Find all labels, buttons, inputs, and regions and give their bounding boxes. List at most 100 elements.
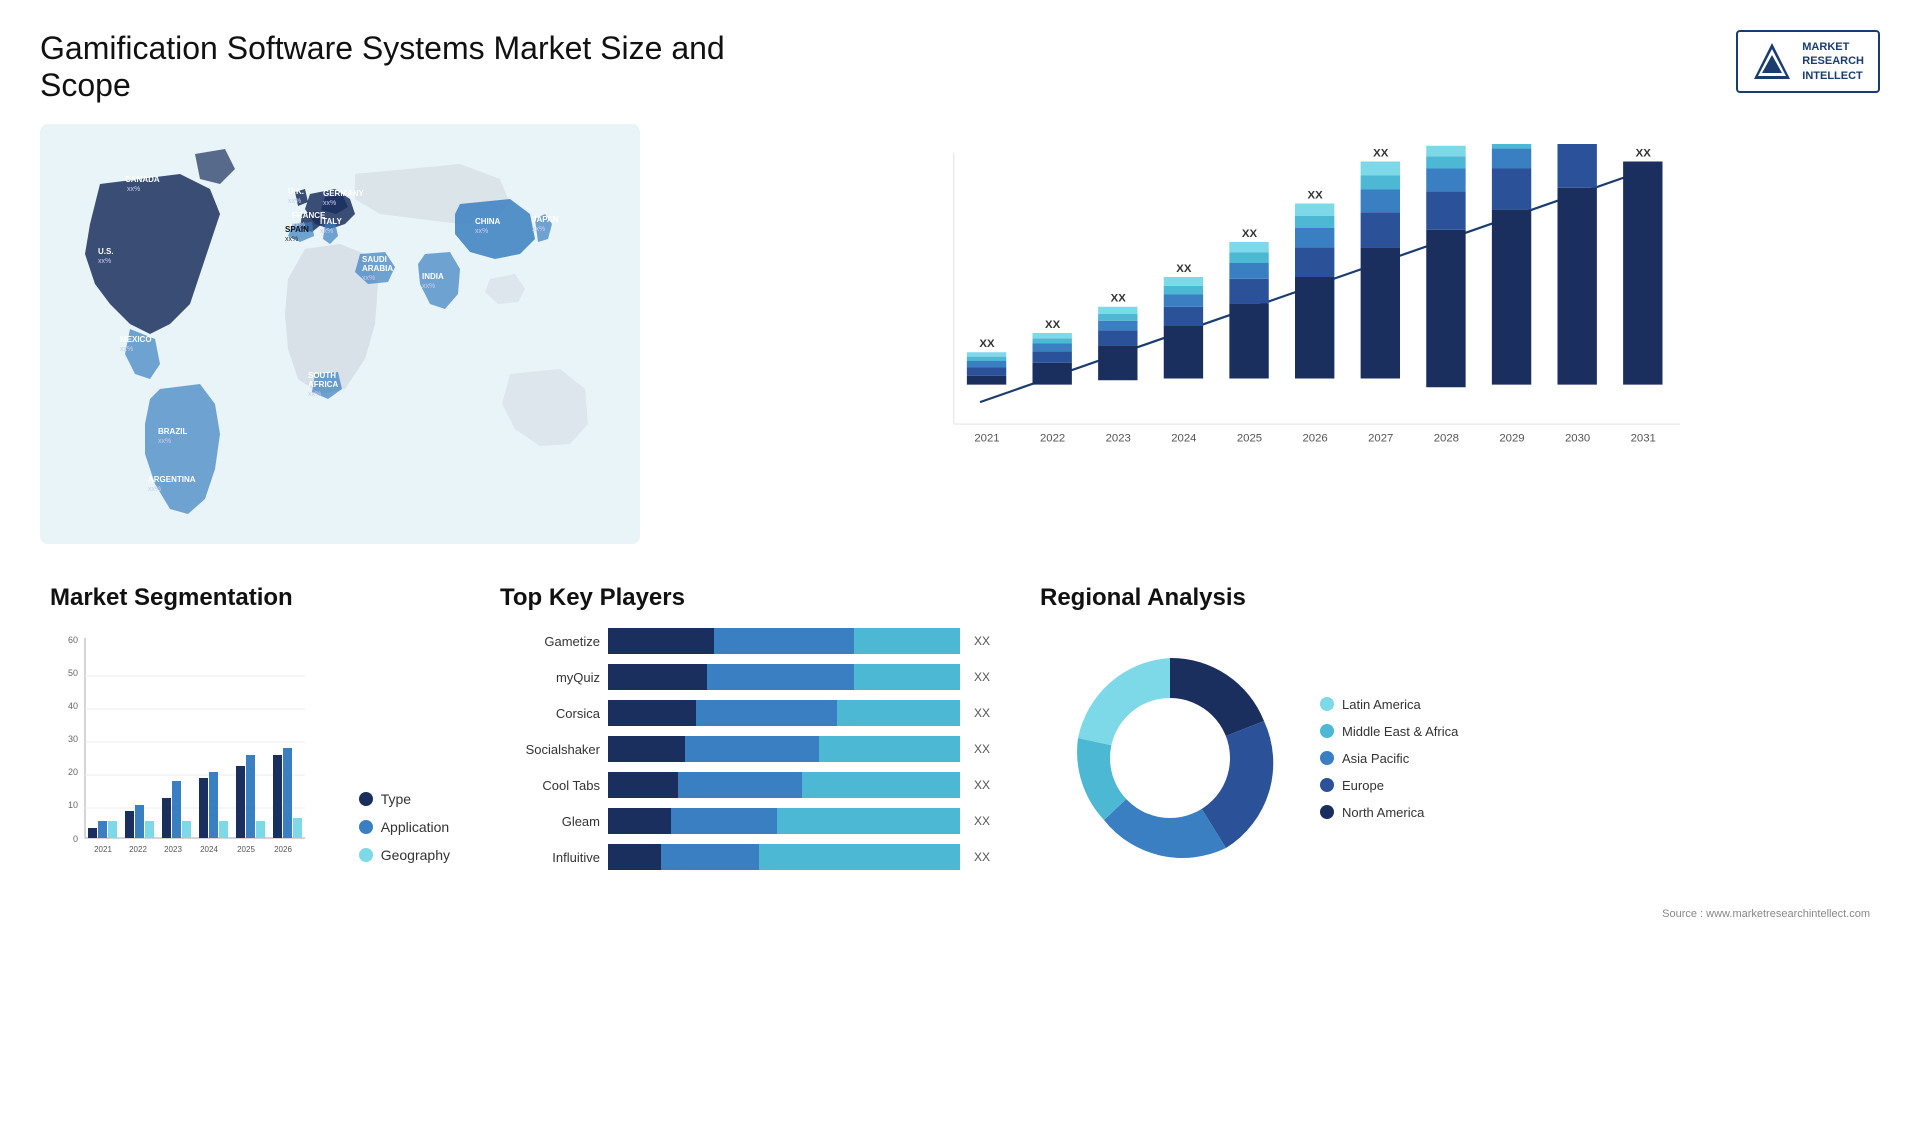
top-section: CANADA xx% U.S. xx% MEXICO xx% BRAZIL xx… bbox=[40, 124, 1880, 544]
player-value: XX bbox=[974, 670, 990, 684]
svg-text:JAPAN: JAPAN bbox=[532, 215, 559, 224]
player-bar bbox=[608, 736, 960, 762]
svg-text:xx%: xx% bbox=[422, 283, 435, 290]
legend-dot-type bbox=[359, 792, 373, 806]
regional-legend: Latin America Middle East & Africa Asia … bbox=[1320, 697, 1458, 820]
page-title: Gamification Software Systems Market Siz… bbox=[40, 30, 740, 104]
bar-segment bbox=[671, 808, 777, 834]
player-bar bbox=[608, 808, 960, 834]
legend-dot-application bbox=[359, 820, 373, 834]
svg-text:AFRICA: AFRICA bbox=[308, 380, 338, 389]
svg-text:0: 0 bbox=[73, 834, 78, 844]
player-bar bbox=[608, 664, 960, 690]
svg-text:xx%: xx% bbox=[148, 486, 161, 493]
world-map: CANADA xx% U.S. xx% MEXICO xx% BRAZIL xx… bbox=[40, 124, 640, 544]
bar-segment bbox=[685, 736, 819, 762]
svg-text:30: 30 bbox=[68, 734, 78, 744]
svg-text:XX: XX bbox=[979, 338, 995, 350]
bar-segment bbox=[777, 808, 960, 834]
svg-text:ARABIA: ARABIA bbox=[362, 264, 393, 273]
segmentation-chart: 0 10 20 30 40 50 60 bbox=[50, 628, 310, 888]
source-text: Source : www.marketresearchintellect.com bbox=[1040, 908, 1870, 920]
legend-dot-geography bbox=[359, 848, 373, 862]
svg-text:U.S.: U.S. bbox=[98, 247, 114, 256]
svg-text:XX: XX bbox=[1242, 228, 1258, 240]
player-name: myQuiz bbox=[500, 670, 600, 685]
legend-geography: Geography bbox=[359, 847, 450, 863]
player-row: InfluitiveXX bbox=[500, 844, 990, 870]
svg-text:2026: 2026 bbox=[274, 845, 292, 854]
svg-text:2023: 2023 bbox=[1106, 433, 1131, 445]
legend-asia-pacific: Asia Pacific bbox=[1320, 751, 1458, 766]
player-bar bbox=[608, 700, 960, 726]
player-name: Corsica bbox=[500, 706, 600, 721]
player-bar bbox=[608, 628, 960, 654]
svg-text:2022: 2022 bbox=[129, 845, 147, 854]
key-players-section: Top Key Players GametizeXXmyQuizXXCorsic… bbox=[490, 574, 1000, 930]
player-name: Socialshaker bbox=[500, 742, 600, 757]
legend-latin-america: Latin America bbox=[1320, 697, 1458, 712]
logo-text: MARKET RESEARCH INTELLECT bbox=[1802, 40, 1864, 83]
svg-text:xx%: xx% bbox=[127, 186, 140, 193]
svg-text:40: 40 bbox=[68, 701, 78, 711]
bar-segment bbox=[608, 808, 671, 834]
svg-text:XX: XX bbox=[1636, 147, 1652, 159]
bar-segment bbox=[661, 844, 760, 870]
svg-text:CHINA: CHINA bbox=[475, 217, 501, 226]
legend-type: Type bbox=[359, 791, 450, 807]
logo-icon bbox=[1752, 41, 1792, 81]
player-value: XX bbox=[974, 634, 990, 648]
player-row: Cool TabsXX bbox=[500, 772, 990, 798]
bar-segment bbox=[678, 772, 801, 798]
bar-segment bbox=[608, 700, 696, 726]
svg-text:20: 20 bbox=[68, 767, 78, 777]
svg-text:60: 60 bbox=[68, 635, 78, 645]
player-value: XX bbox=[974, 706, 990, 720]
legend-middle-east-africa: Middle East & Africa bbox=[1320, 724, 1458, 739]
dot-asia-pacific bbox=[1320, 751, 1334, 765]
svg-text:XX: XX bbox=[1308, 189, 1324, 201]
bar-segment bbox=[837, 700, 960, 726]
svg-text:XX: XX bbox=[1045, 319, 1061, 331]
svg-text:2025: 2025 bbox=[1237, 433, 1262, 445]
donut-chart bbox=[1040, 628, 1300, 888]
svg-text:SPAIN: SPAIN bbox=[285, 225, 309, 234]
dot-north-america bbox=[1320, 805, 1334, 819]
player-row: GleamXX bbox=[500, 808, 990, 834]
svg-text:2029: 2029 bbox=[1499, 433, 1524, 445]
svg-text:xx%: xx% bbox=[475, 228, 488, 235]
legend-north-america: North America bbox=[1320, 805, 1458, 820]
svg-text:2026: 2026 bbox=[1302, 433, 1327, 445]
bar-segment bbox=[696, 700, 837, 726]
regional-title: Regional Analysis bbox=[1040, 584, 1870, 612]
svg-text:2028: 2028 bbox=[1434, 433, 1459, 445]
bar-segment bbox=[707, 664, 855, 690]
dot-middle-east-africa bbox=[1320, 724, 1334, 738]
segmentation-section: Market Segmentation 0 10 20 30 40 50 60 bbox=[40, 574, 460, 930]
svg-text:xx%: xx% bbox=[98, 258, 111, 265]
svg-text:2021: 2021 bbox=[974, 433, 999, 445]
dot-europe bbox=[1320, 778, 1334, 792]
segmentation-title: Market Segmentation bbox=[50, 584, 450, 612]
legend-application: Application bbox=[359, 819, 450, 835]
svg-text:BRAZIL: BRAZIL bbox=[158, 427, 187, 436]
bar-segment bbox=[608, 772, 678, 798]
growth-bar-chart: XX 2021 XX 2022 XX 2023 XX 20 bbox=[670, 124, 1880, 544]
dot-latin-america bbox=[1320, 697, 1334, 711]
svg-text:2021: 2021 bbox=[94, 845, 112, 854]
bar-segment bbox=[819, 736, 960, 762]
bar-segment bbox=[714, 628, 855, 654]
svg-text:XX: XX bbox=[1373, 147, 1389, 159]
svg-text:xx%: xx% bbox=[308, 391, 321, 398]
player-bar bbox=[608, 772, 960, 798]
bar-segment bbox=[608, 736, 685, 762]
svg-text:2024: 2024 bbox=[200, 845, 218, 854]
player-row: GametizeXX bbox=[500, 628, 990, 654]
svg-text:2025: 2025 bbox=[237, 845, 255, 854]
svg-text:xx%: xx% bbox=[532, 226, 545, 233]
svg-text:50: 50 bbox=[68, 668, 78, 678]
svg-text:MEXICO: MEXICO bbox=[120, 335, 152, 344]
player-row: SocialshakerXX bbox=[500, 736, 990, 762]
bottom-section: Market Segmentation 0 10 20 30 40 50 60 bbox=[40, 574, 1880, 930]
bar-segment bbox=[802, 772, 960, 798]
